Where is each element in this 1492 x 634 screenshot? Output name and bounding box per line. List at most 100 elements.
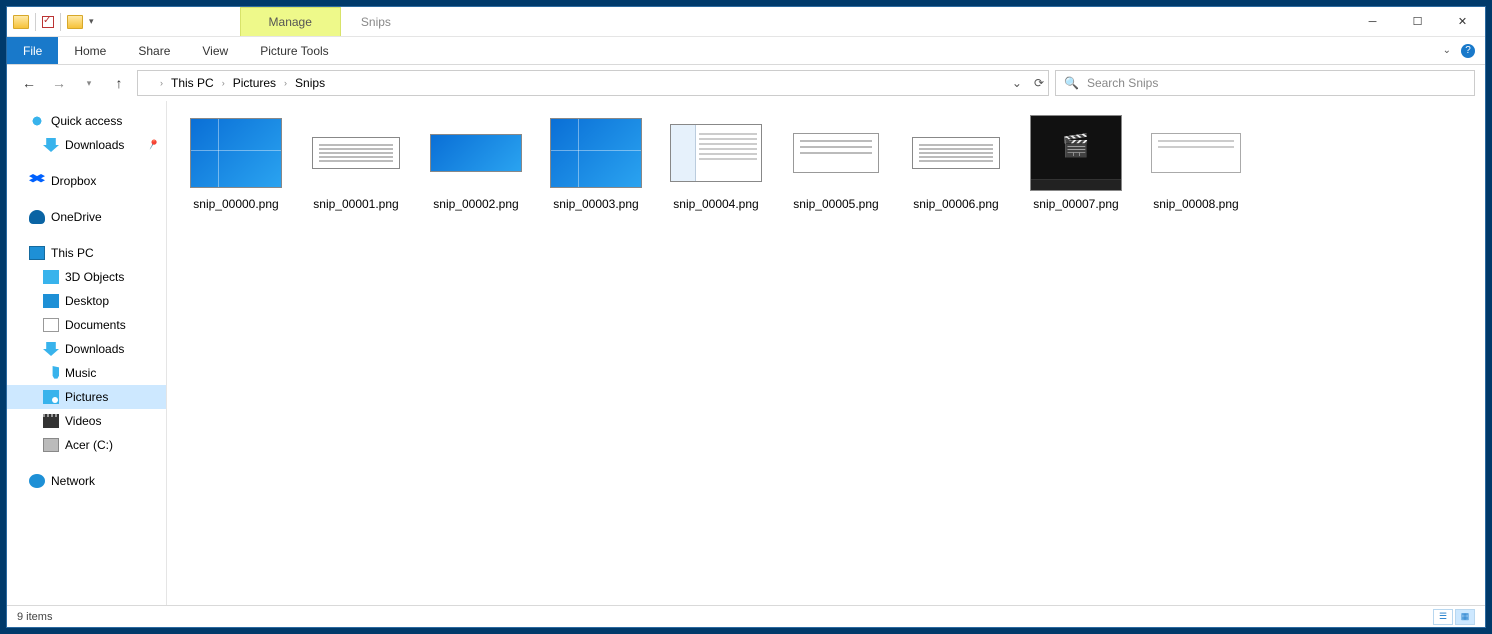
qat-divider (35, 13, 36, 31)
sidebar-item-drive-c[interactable]: Acer (C:) (7, 433, 166, 457)
sidebar-item-network[interactable]: Network (7, 469, 166, 493)
sidebar-label: 3D Objects (65, 270, 124, 284)
share-tab[interactable]: Share (122, 37, 186, 64)
body: Quick access Downloads📍 Dropbox OneDrive… (7, 101, 1485, 605)
qat-divider (60, 13, 61, 31)
search-icon: 🔍 (1064, 76, 1079, 90)
file-item[interactable]: snip_00000.png (181, 111, 291, 215)
picture-tools-tab[interactable]: Picture Tools (244, 37, 344, 64)
new-folder-icon[interactable] (67, 15, 83, 29)
up-button[interactable]: ↑ (107, 71, 131, 95)
view-tab[interactable]: View (186, 37, 244, 64)
download-icon (43, 342, 59, 356)
music-icon (43, 366, 59, 380)
sidebar-label: Videos (65, 414, 101, 428)
file-item[interactable]: snip_00006.png (901, 111, 1011, 215)
navigation-bar: ← → ▾ ↑ › This PC › Pictures › Snips ⌄ ⟳… (7, 65, 1485, 101)
file-item[interactable]: snip_00005.png (781, 111, 891, 215)
refresh-icon[interactable]: ⟳ (1034, 76, 1044, 90)
sidebar-label: Dropbox (51, 174, 96, 188)
breadcrumb-chevron-icon[interactable]: › (160, 78, 163, 88)
recent-locations-chevron-icon[interactable]: ▾ (77, 71, 101, 95)
file-thumbnail (910, 115, 1002, 191)
sidebar-label: Network (51, 474, 95, 488)
sidebar-item-quick-access[interactable]: Quick access (7, 109, 166, 133)
item-count: 9 items (17, 611, 52, 623)
pictures-icon (43, 390, 59, 404)
qat-customize-chevron-icon[interactable]: ▾ (89, 16, 94, 27)
ribbon-expand-chevron-icon[interactable]: ⌄ (1443, 45, 1451, 56)
objects3d-icon (43, 270, 59, 284)
home-tab[interactable]: Home (58, 37, 122, 64)
minimize-button[interactable]: ─ (1350, 7, 1395, 36)
address-bar[interactable]: › This PC › Pictures › Snips ⌄ ⟳ (137, 70, 1049, 96)
sidebar-item-this-pc[interactable]: This PC (7, 241, 166, 265)
back-button[interactable]: ← (17, 71, 41, 95)
file-item[interactable]: snip_00004.png (661, 111, 771, 215)
sidebar-item-documents[interactable]: Documents (7, 313, 166, 337)
file-name: snip_00008.png (1153, 197, 1238, 211)
sidebar-label: Pictures (65, 390, 108, 404)
properties-icon[interactable] (42, 16, 54, 28)
file-grid: snip_00000.pngsnip_00001.png snip_00002.p… (181, 111, 1471, 215)
sidebar-label: Music (65, 366, 96, 380)
close-button[interactable]: ✕ (1440, 7, 1485, 36)
download-icon (43, 138, 59, 152)
sidebar-label: Downloads (65, 342, 124, 356)
file-item[interactable]: snip_00008.png (1141, 111, 1251, 215)
help-icon[interactable]: ? (1461, 44, 1475, 58)
drive-icon (43, 438, 59, 452)
breadcrumb-pictures[interactable]: Pictures (229, 74, 280, 92)
search-box[interactable]: 🔍 Search Snips (1055, 70, 1475, 96)
file-thumbnail (550, 115, 642, 191)
search-placeholder: Search Snips (1087, 76, 1158, 90)
dropbox-icon (29, 174, 45, 188)
documents-icon (43, 318, 59, 332)
content-pane[interactable]: snip_00000.pngsnip_00001.png snip_00002.p… (167, 101, 1485, 605)
sidebar-label: Desktop (65, 294, 109, 308)
star-icon (29, 114, 45, 128)
contextual-tab-area: Manage Snips (240, 7, 411, 36)
sidebar-item-downloads-qa[interactable]: Downloads📍 (7, 133, 166, 157)
file-name: snip_00003.png (553, 197, 638, 211)
file-item[interactable]: snip_00002.png (421, 111, 531, 215)
window-controls: ─ ☐ ✕ (1350, 7, 1485, 36)
maximize-button[interactable]: ☐ (1395, 7, 1440, 36)
sidebar-item-pictures[interactable]: Pictures (7, 385, 166, 409)
thumbnails-view-button[interactable]: ▦ (1455, 609, 1475, 625)
sidebar-label: Acer (C:) (65, 438, 113, 452)
sidebar-item-videos[interactable]: Videos (7, 409, 166, 433)
breadcrumb-snips[interactable]: Snips (291, 74, 329, 92)
file-thumbnail (790, 115, 882, 191)
sidebar-item-onedrive[interactable]: OneDrive (7, 205, 166, 229)
sidebar-item-music[interactable]: Music (7, 361, 166, 385)
sidebar-label: OneDrive (51, 210, 102, 224)
file-name: snip_00004.png (673, 197, 758, 211)
breadcrumb-chevron-icon[interactable]: › (222, 78, 225, 88)
breadcrumb-chevron-icon[interactable]: › (284, 78, 287, 88)
titlebar: ▾ Manage Snips ─ ☐ ✕ (7, 7, 1485, 37)
sidebar-item-dropbox[interactable]: Dropbox (7, 169, 166, 193)
file-item[interactable]: snip_00007.png (1021, 111, 1131, 215)
manage-context-tab[interactable]: Manage (240, 7, 341, 36)
file-name: snip_00005.png (793, 197, 878, 211)
folder-icon[interactable] (13, 15, 29, 29)
file-name: snip_00002.png (433, 197, 518, 211)
videos-icon (43, 414, 59, 428)
address-dropdown-chevron-icon[interactable]: ⌄ (1012, 76, 1022, 90)
sidebar-item-3d-objects[interactable]: 3D Objects (7, 265, 166, 289)
file-thumbnail (670, 115, 762, 191)
sidebar-label: Downloads (65, 138, 124, 152)
sidebar-item-desktop[interactable]: Desktop (7, 289, 166, 313)
sidebar-item-downloads[interactable]: Downloads (7, 337, 166, 361)
file-thumbnail (310, 115, 402, 191)
details-view-button[interactable]: ☰ (1433, 609, 1453, 625)
status-bar: 9 items ☰ ▦ (7, 605, 1485, 627)
breadcrumb-this-pc[interactable]: This PC (167, 74, 218, 92)
file-name: snip_00006.png (913, 197, 998, 211)
sidebar-label: Quick access (51, 114, 122, 128)
file-thumbnail (430, 115, 522, 191)
file-tab[interactable]: File (7, 37, 58, 64)
file-item[interactable]: snip_00001.png (301, 111, 411, 215)
file-item[interactable]: snip_00003.png (541, 111, 651, 215)
